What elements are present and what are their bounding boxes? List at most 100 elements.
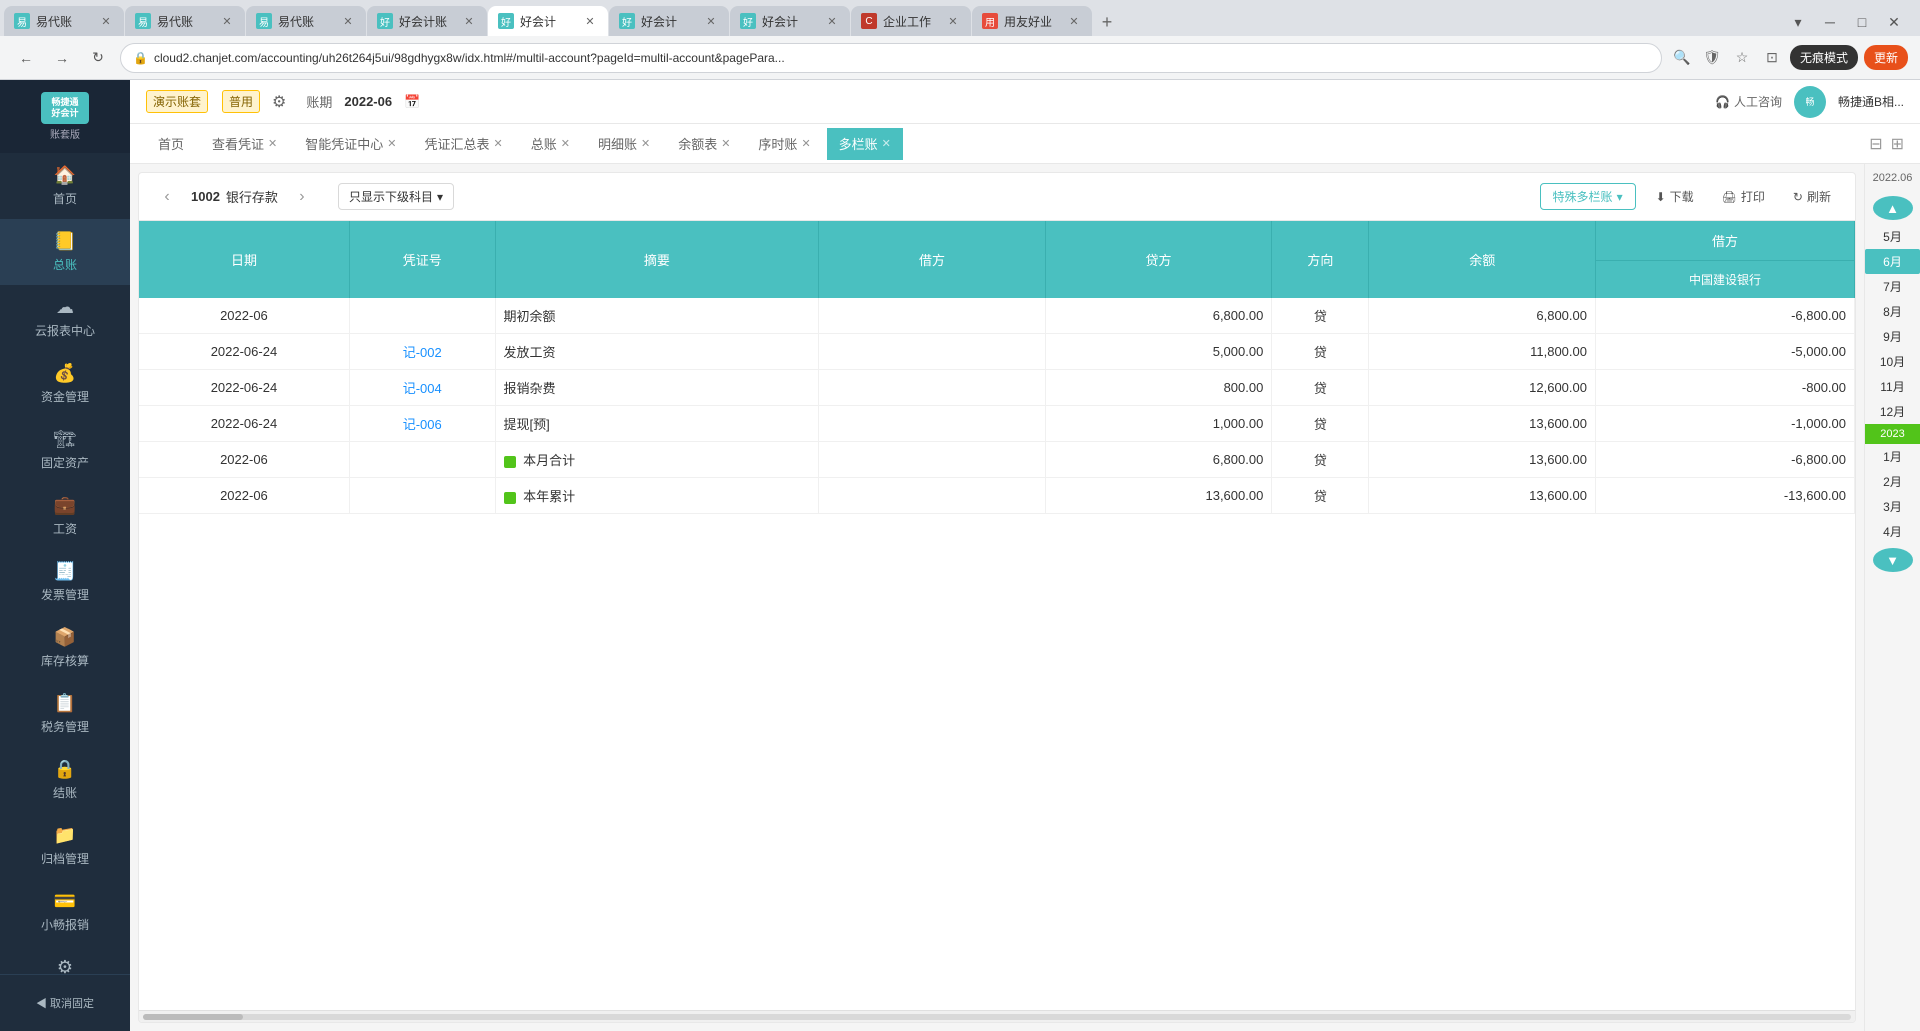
- sidebar-item-home[interactable]: 🏠 首页: [0, 153, 130, 219]
- account-nav-next[interactable]: ›: [290, 185, 314, 209]
- sidebar-item-closing[interactable]: 🔒 结账: [0, 747, 130, 813]
- browser-tab-4[interactable]: 好 好会计账 ✕: [367, 6, 487, 36]
- calendar-icon[interactable]: 📅: [404, 94, 420, 110]
- cal-mar-2023[interactable]: 3月: [1865, 494, 1920, 519]
- refresh-button[interactable]: ↻: [84, 44, 112, 72]
- sidebar-item-ledger[interactable]: 📒 总账: [0, 219, 130, 285]
- maximize-button[interactable]: □: [1848, 8, 1876, 36]
- stealth-mode-button[interactable]: 无痕模式: [1790, 45, 1858, 70]
- sidebar-item-inventory[interactable]: 📦 库存核算: [0, 615, 130, 681]
- tab-close-8[interactable]: ✕: [945, 13, 961, 29]
- sidebar-item-salary[interactable]: 💼 工资: [0, 483, 130, 549]
- cal-feb-2023[interactable]: 2月: [1865, 469, 1920, 494]
- year-2023-tag[interactable]: 2023: [1865, 424, 1920, 444]
- tab-general-ledger-close[interactable]: ✕: [561, 137, 570, 150]
- cal-apr-2023[interactable]: 4月: [1865, 519, 1920, 544]
- tab-sequence-ledger[interactable]: 序时账 ✕: [746, 128, 822, 160]
- tab-close-9[interactable]: ✕: [1066, 13, 1082, 29]
- tab-detail-ledger-close[interactable]: ✕: [641, 137, 650, 150]
- tab-expand-icon[interactable]: ⊞: [1891, 134, 1904, 154]
- browser-tab-3[interactable]: 易 易代账 ✕: [246, 6, 366, 36]
- address-input[interactable]: 🔒 cloud2.chanjet.com/accounting/uh26t264…: [120, 43, 1662, 73]
- tab-shrink-icon[interactable]: ⊟: [1869, 134, 1882, 154]
- refresh-button[interactable]: ↻ 刷新: [1785, 184, 1839, 209]
- tab-home[interactable]: 首页: [146, 128, 196, 160]
- forward-button[interactable]: →: [48, 44, 76, 72]
- tab-sequence-ledger-close[interactable]: ✕: [801, 137, 810, 150]
- print-button[interactable]: 🖨 打印: [1714, 184, 1773, 209]
- star-icon[interactable]: ☆: [1730, 46, 1754, 70]
- browser-tab-2[interactable]: 易 易代账 ✕: [125, 6, 245, 36]
- scroll-up-button[interactable]: ▲: [1873, 196, 1913, 220]
- tab-smart-voucher-close[interactable]: ✕: [387, 137, 396, 150]
- sidebar-item-settings[interactable]: ⚙ 基础设置: [0, 945, 130, 974]
- window-close-button[interactable]: ✕: [1880, 8, 1908, 36]
- cal-jan-2023[interactable]: 1月: [1865, 444, 1920, 469]
- browser-tab-8[interactable]: C 企业工作 ✕: [851, 6, 971, 36]
- cal-november[interactable]: 11月: [1865, 374, 1920, 399]
- browser-tab-9[interactable]: 用 用友好业 ✕: [972, 6, 1092, 36]
- minimize-button[interactable]: ─: [1816, 8, 1844, 36]
- tab-detail-ledger[interactable]: 明细账 ✕: [586, 128, 662, 160]
- tab-voucher-view[interactable]: 查看凭证 ✕: [200, 128, 289, 160]
- customer-service-button[interactable]: 🎧 人工咨询: [1715, 93, 1782, 110]
- cell-debit-2: [819, 370, 1046, 406]
- tab-close-1[interactable]: ✕: [98, 13, 114, 29]
- scroll-thumb[interactable]: [143, 1014, 243, 1020]
- cal-september[interactable]: 9月: [1865, 324, 1920, 349]
- user-avatar[interactable]: 畅: [1794, 86, 1826, 118]
- sidebar-item-archive[interactable]: 📁 归档管理: [0, 813, 130, 879]
- settings-button[interactable]: ⚙: [272, 92, 286, 112]
- cal-may[interactable]: 5月: [1865, 224, 1920, 249]
- filter-dropdown[interactable]: 只显示下级科目 ▾: [338, 183, 454, 210]
- tab-close-3[interactable]: ✕: [340, 13, 356, 29]
- back-button[interactable]: ←: [12, 44, 40, 72]
- download-button[interactable]: ⬇ 下载: [1648, 184, 1702, 209]
- tab-close-6[interactable]: ✕: [703, 13, 719, 29]
- tab-list-button[interactable]: ▾: [1784, 8, 1812, 36]
- sidebar-item-invoice[interactable]: 🧾 发票管理: [0, 549, 130, 615]
- sidebar-item-tax[interactable]: 📋 税务管理: [0, 681, 130, 747]
- search-icon[interactable]: 🔍: [1670, 46, 1694, 70]
- voucher-link-3[interactable]: 记-006: [403, 417, 442, 432]
- sidebar-item-fixed-asset[interactable]: 🏗 固定资产: [0, 417, 130, 483]
- sidebar-item-expense[interactable]: 💳 小畅报销: [0, 879, 130, 945]
- settings-nav-icon: ⚙: [57, 957, 73, 974]
- browser-tab-7[interactable]: 好 好会计 ✕: [730, 6, 850, 36]
- horizontal-scrollbar[interactable]: [139, 1010, 1855, 1022]
- cal-july[interactable]: 7月: [1865, 274, 1920, 299]
- tab-general-ledger[interactable]: 总账 ✕: [519, 128, 582, 160]
- tab-close-4[interactable]: ✕: [461, 13, 477, 29]
- new-tab-button[interactable]: +: [1093, 8, 1121, 36]
- tab-close-7[interactable]: ✕: [824, 13, 840, 29]
- browser-tab-5[interactable]: 好 好会计 ✕: [488, 6, 608, 36]
- browser-tab-1[interactable]: 易 易代账 ✕: [4, 6, 124, 36]
- tab-balance-table-close[interactable]: ✕: [721, 137, 730, 150]
- tab-balance-table[interactable]: 余额表 ✕: [666, 128, 742, 160]
- account-nav-prev[interactable]: ‹: [155, 185, 179, 209]
- cal-december[interactable]: 12月: [1865, 399, 1920, 424]
- cal-august[interactable]: 8月: [1865, 299, 1920, 324]
- update-button[interactable]: 更新: [1864, 45, 1908, 70]
- cal-june[interactable]: 6月: [1865, 249, 1920, 274]
- tab-voucher-summary-close[interactable]: ✕: [494, 137, 503, 150]
- browser-tab-6[interactable]: 好 好会计 ✕: [609, 6, 729, 36]
- tab-multi-col-ledger-close[interactable]: ✕: [882, 137, 891, 150]
- sidebar-item-cloud-report[interactable]: ☁ 云报表中心: [0, 285, 130, 351]
- tab-smart-voucher[interactable]: 智能凭证中心 ✕: [293, 128, 408, 160]
- voucher-link-1[interactable]: 记-002: [403, 345, 442, 360]
- tab-voucher-summary[interactable]: 凭证汇总表 ✕: [412, 128, 514, 160]
- voucher-link-2[interactable]: 记-004: [403, 381, 442, 396]
- sidebar-pin-button[interactable]: ◀ 取消固定: [0, 987, 130, 1019]
- sidebar-item-fund[interactable]: 💰 资金管理: [0, 351, 130, 417]
- tab-close-2[interactable]: ✕: [219, 13, 235, 29]
- tab-smart-voucher-label: 智能凭证中心: [305, 134, 383, 153]
- tab-multi-col-ledger[interactable]: 多栏账 ✕: [827, 128, 903, 160]
- scroll-down-button[interactable]: ▼: [1873, 548, 1913, 572]
- cal-october[interactable]: 10月: [1865, 349, 1920, 374]
- shield-icon[interactable]: 🛡: [1700, 46, 1724, 70]
- tab-voucher-view-close[interactable]: ✕: [268, 137, 277, 150]
- special-ledger-button[interactable]: 特殊多栏账 ▾: [1540, 183, 1636, 210]
- tab-close-5[interactable]: ✕: [582, 13, 598, 29]
- sidebar-icon[interactable]: ⊡: [1760, 46, 1784, 70]
